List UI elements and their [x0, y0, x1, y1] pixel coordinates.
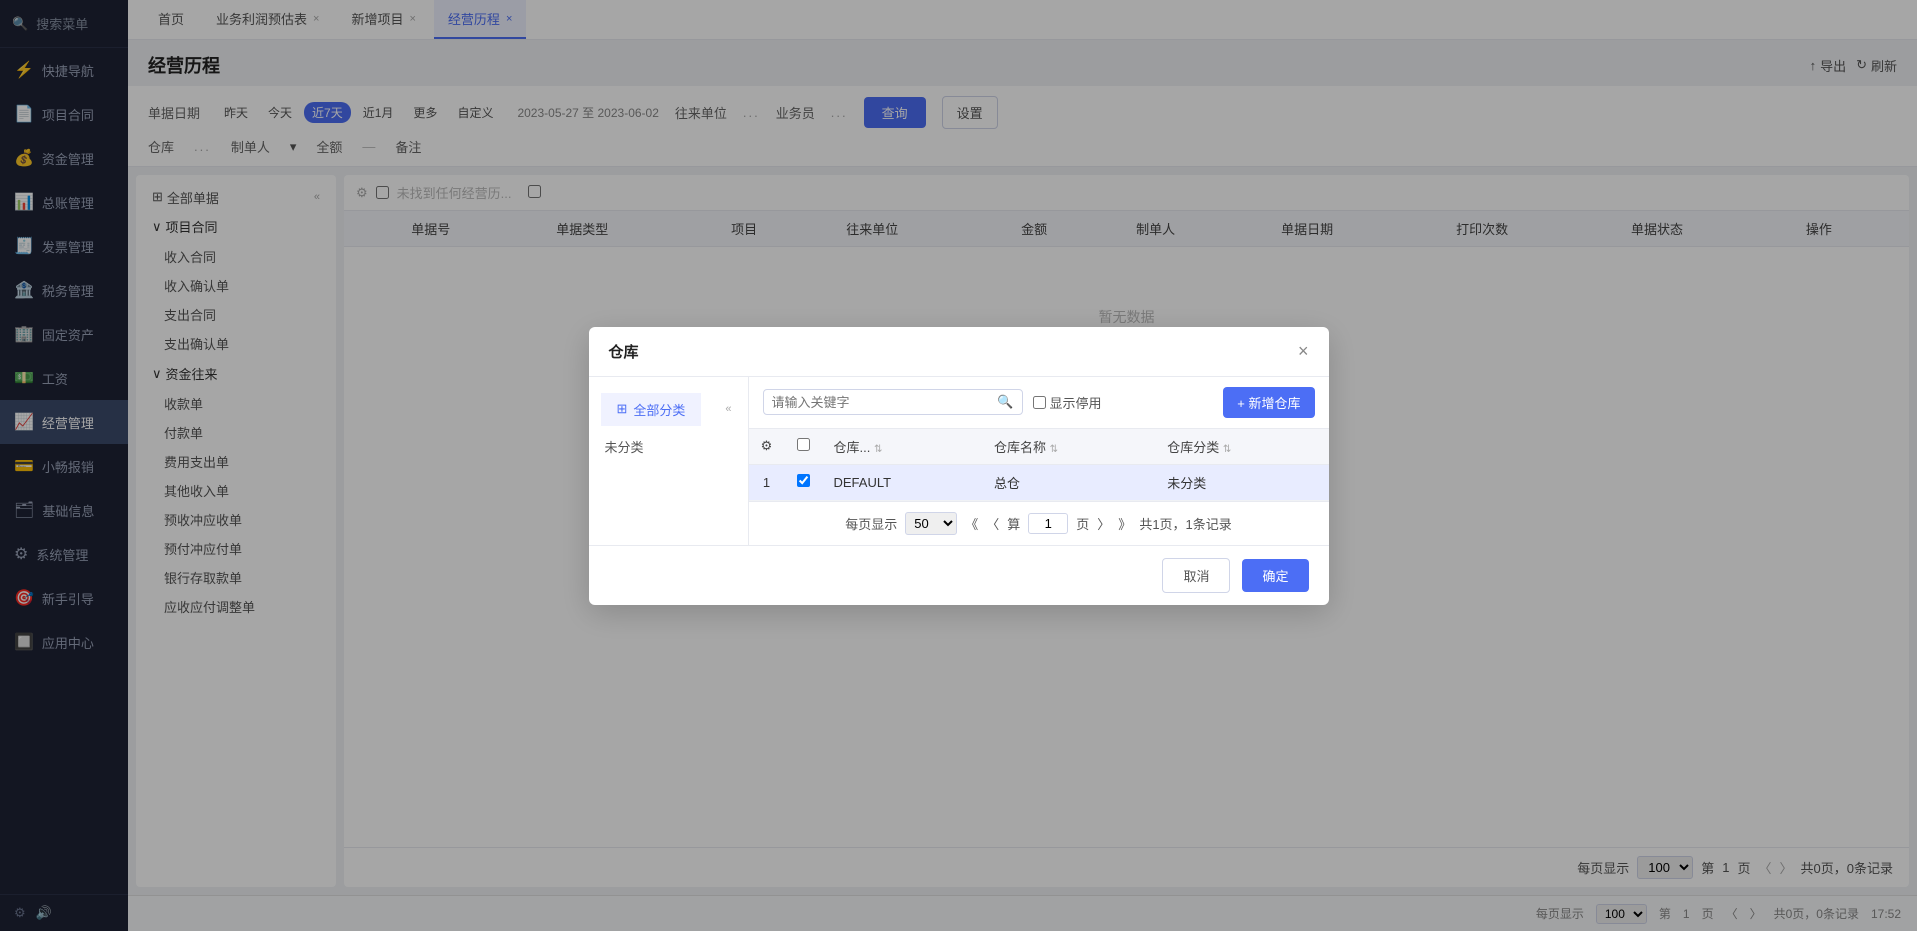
- search-icon-dialog: 🔍: [997, 394, 1013, 410]
- dialog-overlay: 仓库 × ⊞ 全部分类 « 未分类: [0, 0, 1917, 931]
- th-checkbox: [785, 429, 822, 465]
- dialog-search-input[interactable]: [772, 395, 992, 410]
- dialog-left-collapse[interactable]: «: [717, 399, 739, 419]
- dialog-all-label: 全部分类: [633, 400, 685, 419]
- show-disabled-checkbox[interactable]: [1033, 396, 1046, 409]
- dialog-first-page[interactable]: 《: [965, 514, 978, 533]
- th-settings[interactable]: ⚙: [749, 429, 785, 465]
- dialog-uncategorized-label: 未分类: [605, 437, 644, 456]
- dialog-all-category[interactable]: ⊞ 全部分类: [601, 393, 702, 426]
- dialog-body: ⊞ 全部分类 « 未分类 🔍: [589, 377, 1329, 545]
- dialog-close-button[interactable]: ×: [1298, 341, 1309, 362]
- cancel-button[interactable]: 取消: [1162, 558, 1230, 593]
- dialog-page-label: 算: [1007, 514, 1020, 533]
- dialog-per-page-label: 每页显示: [845, 514, 897, 533]
- row-code: DEFAULT: [822, 464, 983, 500]
- row-checkbox[interactable]: [785, 464, 822, 500]
- warehouse-dialog: 仓库 × ⊞ 全部分类 « 未分类: [589, 327, 1329, 605]
- add-warehouse-button[interactable]: + 新增仓库: [1223, 387, 1314, 418]
- dialog-pagination: 每页显示 50 100 《 〈 算 页 〉 》 共1页，1条记录: [749, 501, 1329, 545]
- th-code[interactable]: 仓库... ⇅: [822, 429, 983, 465]
- dialog-footer: 取消 确定: [589, 545, 1329, 605]
- dialog-per-page-select[interactable]: 50 100: [905, 512, 957, 535]
- grid-icon-dialog: ⊞: [617, 401, 628, 417]
- dialog-search-box: 🔍: [763, 389, 1023, 415]
- dialog-left-panel: ⊞ 全部分类 « 未分类: [589, 377, 749, 545]
- dialog-uncategorized[interactable]: 未分类: [589, 430, 748, 463]
- row-name: 总仓: [982, 464, 1155, 500]
- dialog-total-info: 共1页，1条记录: [1139, 514, 1231, 533]
- select-all-dialog[interactable]: [797, 438, 810, 451]
- show-disabled-label: 显示停用: [1050, 393, 1102, 412]
- dialog-page-unit: 页: [1076, 514, 1089, 533]
- dialog-right-panel: 🔍 显示停用 + 新增仓库 ⚙: [749, 377, 1329, 545]
- dialog-last-page[interactable]: 》: [1118, 514, 1131, 533]
- row-index: 1: [749, 464, 785, 500]
- dialog-page-input[interactable]: [1028, 513, 1068, 534]
- dialog-table: ⚙ 仓库... ⇅ 仓库名称 ⇅ 仓库分类 ⇅ 1 DEFA: [749, 429, 1329, 501]
- th-category[interactable]: 仓库分类 ⇅: [1155, 429, 1328, 465]
- dialog-toolbar: 🔍 显示停用 + 新增仓库: [749, 377, 1329, 429]
- row-category: 未分类: [1155, 464, 1328, 500]
- confirm-button[interactable]: 确定: [1242, 559, 1308, 592]
- show-disabled-checkbox-label[interactable]: 显示停用: [1033, 393, 1102, 412]
- dialog-next-page[interactable]: 〉: [1097, 514, 1110, 533]
- dialog-prev-page[interactable]: 〈: [986, 514, 999, 533]
- table-row[interactable]: 1 DEFAULT 总仓 未分类: [749, 464, 1329, 500]
- dialog-header: 仓库 ×: [589, 327, 1329, 377]
- dialog-title: 仓库: [609, 341, 639, 362]
- th-name[interactable]: 仓库名称 ⇅: [982, 429, 1155, 465]
